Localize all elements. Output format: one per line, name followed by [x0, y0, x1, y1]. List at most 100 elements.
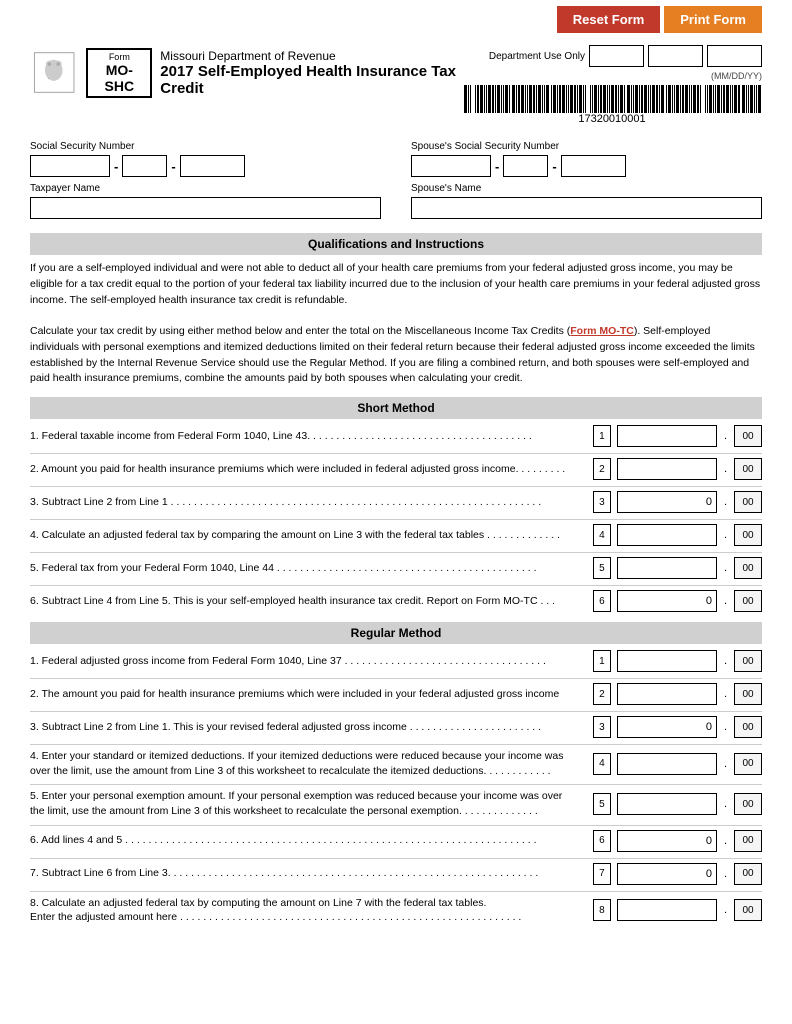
- regular-method-header: Regular Method: [30, 622, 762, 644]
- line-item: 7. Subtract Line 6 from Line 3. . . . . …: [30, 863, 762, 885]
- name-row: Taxpayer Name Spouse's Name: [30, 183, 762, 219]
- ssn-row: Social Security Number - - Spouse's Soci…: [30, 141, 762, 177]
- line-input-6[interactable]: [617, 590, 717, 612]
- mmddyy-label: (MM/DD/YY): [711, 71, 762, 81]
- line-text: 1. Federal taxable income from Federal F…: [30, 429, 587, 444]
- line-text-part1: 5. Enter your personal exemption amount.…: [30, 789, 587, 804]
- decimal-dot: .: [724, 688, 727, 700]
- line-number-box: 6: [593, 590, 611, 612]
- line-number-box: 8: [593, 899, 611, 921]
- line-item: 6. Subtract Line 4 from Line 5. This is …: [30, 590, 762, 612]
- line-number-box: 5: [593, 793, 611, 815]
- line-input-4[interactable]: [617, 524, 717, 546]
- decimal-dot: .: [724, 721, 727, 733]
- line-input-3[interactable]: [617, 491, 717, 513]
- line-input-7[interactable]: [617, 863, 717, 885]
- line-input-5[interactable]: [617, 793, 717, 815]
- ssn-dash2: -: [171, 159, 175, 174]
- line-number-box: 3: [593, 716, 611, 738]
- spouse-name-input[interactable]: [411, 197, 762, 219]
- spouse-ssn-inputs: - -: [411, 155, 762, 177]
- line-item: 4. Calculate an adjusted federal tax by …: [30, 524, 762, 546]
- ssn-group: Social Security Number - -: [30, 141, 381, 177]
- line-item: 1. Federal adjusted gross income from Fe…: [30, 650, 762, 672]
- decimal-dot: .: [724, 463, 727, 475]
- cents-box: 00: [734, 650, 762, 672]
- line-number-box: 7: [593, 863, 611, 885]
- cents-box: 00: [734, 863, 762, 885]
- dept-name: Missouri Department of Revenue: [160, 49, 462, 63]
- form-id: MO-SHC: [94, 62, 144, 94]
- ssn-dash1: -: [114, 159, 118, 174]
- line-text: 5. Federal tax from your Federal Form 10…: [30, 561, 587, 576]
- regular-method-lines: 1. Federal adjusted gross income from Fe…: [30, 650, 762, 925]
- decimal-dot: .: [724, 904, 727, 916]
- line-item: 4. Enter your standard or itemized deduc…: [30, 749, 762, 778]
- cents-box: 00: [734, 683, 762, 705]
- dept-use-only-label: Department Use Only: [489, 51, 585, 62]
- line-input-2[interactable]: [617, 683, 717, 705]
- dept-box-3[interactable]: [707, 45, 762, 67]
- line-text: 6. Add lines 4 and 5 . . . . . . . . . .…: [30, 833, 587, 848]
- line-number-box: 1: [593, 650, 611, 672]
- line-text: 7. Subtract Line 6 from Line 3. . . . . …: [30, 866, 587, 881]
- line-text: 4. Enter your standard or itemized deduc…: [30, 749, 587, 778]
- line-text-part2: Enter the adjusted amount here . . . . .…: [30, 910, 587, 925]
- taxpayer-name-input[interactable]: [30, 197, 381, 219]
- ssn-part3[interactable]: [180, 155, 245, 177]
- line-item: 8. Calculate an adjusted federal tax by …: [30, 896, 762, 925]
- print-button[interactable]: Print Form: [664, 6, 762, 33]
- line-text: 8. Calculate an adjusted federal tax by …: [30, 896, 587, 925]
- line-input-8[interactable]: [617, 899, 717, 921]
- ssn-label: Social Security Number: [30, 141, 381, 152]
- header-right: Department Use Only (MM/DD/YY) 173200100…: [462, 45, 762, 133]
- decimal-dot: .: [724, 496, 727, 508]
- cents-box: 00: [734, 590, 762, 612]
- line-item: 1. Federal taxable income from Federal F…: [30, 425, 762, 447]
- spouse-ssn-group: Spouse's Social Security Number - -: [411, 141, 762, 177]
- spouse-name-label: Spouse's Name: [411, 183, 762, 194]
- line-input-6[interactable]: [617, 830, 717, 852]
- line-input-1[interactable]: [617, 425, 717, 447]
- line-input-4[interactable]: [617, 753, 717, 775]
- barcode: [462, 85, 762, 113]
- line-number-box: 1: [593, 425, 611, 447]
- decimal-dot: .: [724, 758, 727, 770]
- qual-para2-prefix: Calculate your tax credit by using eithe…: [30, 325, 570, 337]
- spouse-ssn-label: Spouse's Social Security Number: [411, 141, 762, 152]
- line-item: 3. Subtract Line 2 from Line 1 . . . . .…: [30, 491, 762, 513]
- cents-box: 00: [734, 458, 762, 480]
- spouse-ssn-part2[interactable]: [503, 155, 548, 177]
- ssn-part2[interactable]: [122, 155, 167, 177]
- decimal-dot: .: [724, 562, 727, 574]
- qualifications-header: Qualifications and Instructions: [30, 233, 762, 255]
- spouse-ssn-part1[interactable]: [411, 155, 491, 177]
- line-number-box: 5: [593, 557, 611, 579]
- short-method-lines: 1. Federal taxable income from Federal F…: [30, 425, 762, 612]
- cents-box: 00: [734, 716, 762, 738]
- form-title: 2017 Self-Employed Health Insurance Tax …: [160, 63, 462, 97]
- reset-button[interactable]: Reset Form: [557, 6, 661, 33]
- dept-use-only-row: Department Use Only: [489, 45, 762, 67]
- line-text: 4. Calculate an adjusted federal tax by …: [30, 528, 587, 543]
- line-input-1[interactable]: [617, 650, 717, 672]
- decimal-dot: .: [724, 655, 727, 667]
- line-number-box: 2: [593, 458, 611, 480]
- line-input-2[interactable]: [617, 458, 717, 480]
- line-item: 5. Enter your personal exemption amount.…: [30, 789, 762, 818]
- dept-box-1[interactable]: [589, 45, 644, 67]
- decimal-dot: .: [724, 835, 727, 847]
- form-mo-tc-link[interactable]: Form MO-TC: [570, 325, 634, 337]
- qualifications-instructions: If you are a self-employed individual an…: [30, 261, 762, 387]
- line-text-part1: 4. Enter your standard or itemized deduc…: [30, 749, 587, 764]
- line-input-5[interactable]: [617, 557, 717, 579]
- cents-box: 00: [734, 524, 762, 546]
- line-item: 2. Amount you paid for health insurance …: [30, 458, 762, 480]
- ssn-part1[interactable]: [30, 155, 110, 177]
- line-input-3[interactable]: [617, 716, 717, 738]
- spouse-ssn-part3[interactable]: [561, 155, 626, 177]
- dept-box-2[interactable]: [648, 45, 703, 67]
- line-text: 5. Enter your personal exemption amount.…: [30, 789, 587, 818]
- line-number-box: 4: [593, 753, 611, 775]
- form-badge-label: Form: [94, 52, 144, 62]
